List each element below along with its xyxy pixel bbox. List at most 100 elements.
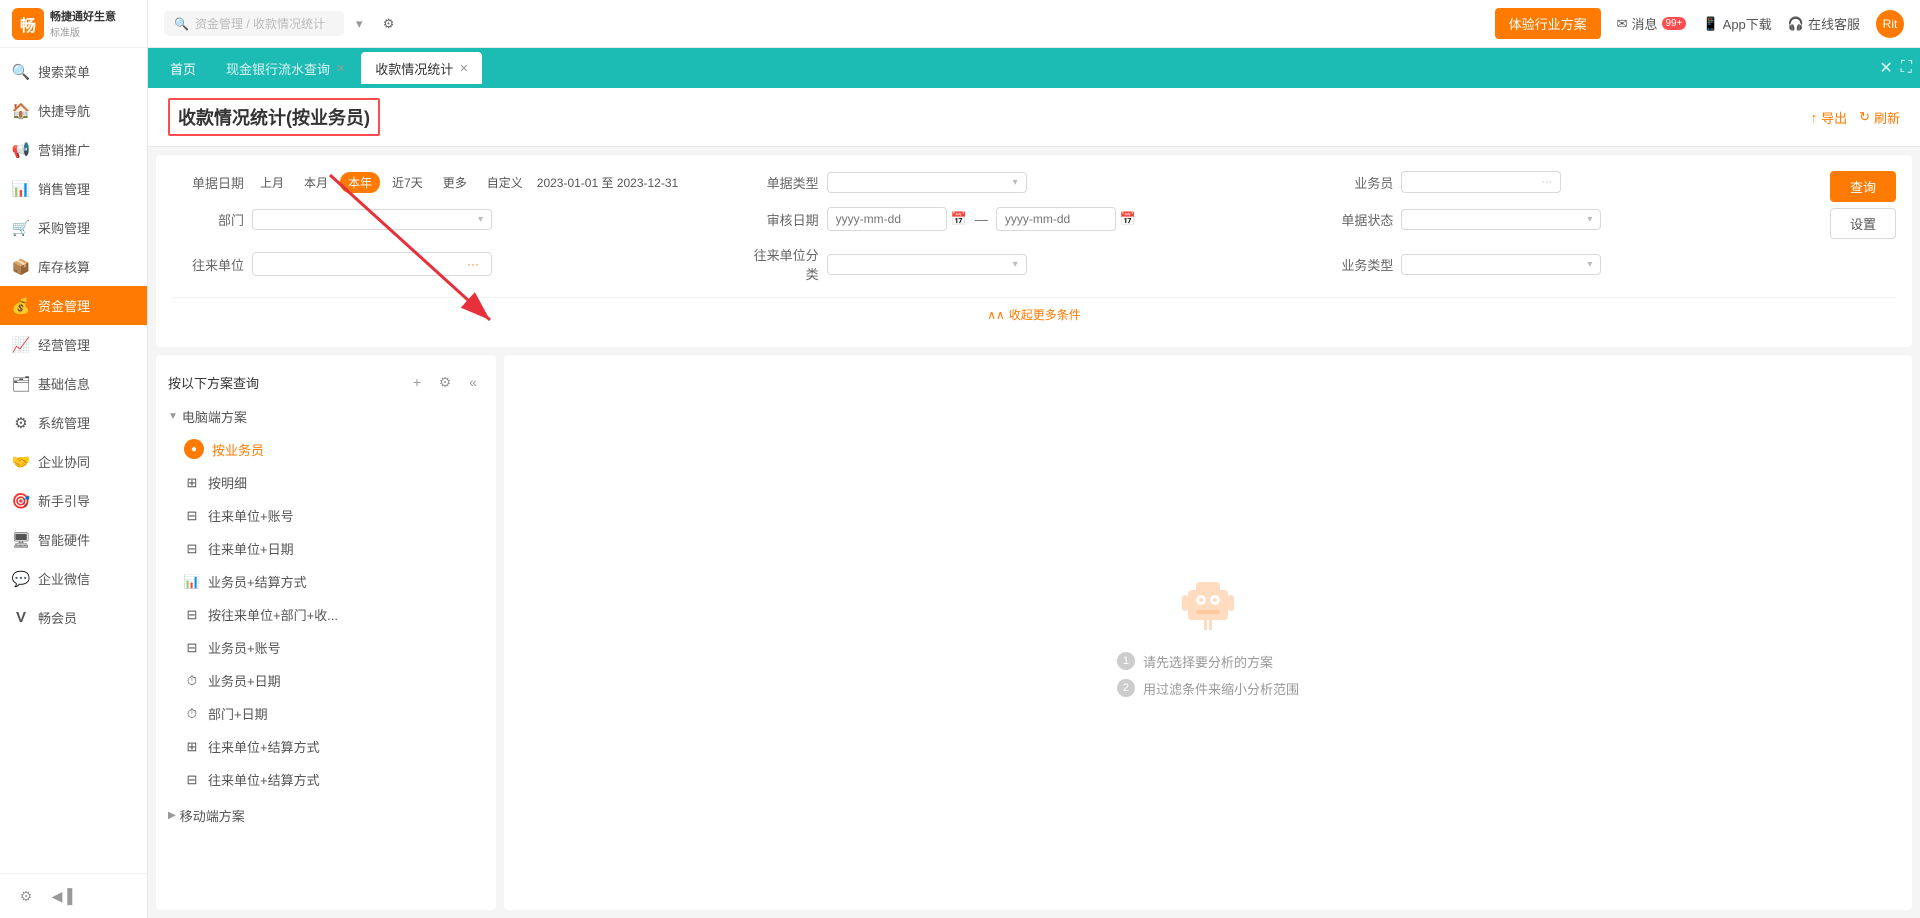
sidebar-item-operation[interactable]: 📈 经营管理 [0,325,147,364]
footer-settings-btn[interactable]: ⚙ [12,882,40,910]
date-label: 单据日期 [172,173,252,192]
date-tab-last-month[interactable]: 上月 [252,172,292,193]
tab-maximize-btn[interactable]: ⛶ [1901,59,1912,77]
sidebar-item-hardware[interactable]: 🖥 智能硬件 [0,520,147,559]
tab-close-all-btn[interactable]: ✕ [1879,58,1892,78]
scheme-item-partner-settle[interactable]: ⊞ 往来单位+结算方式 [156,730,496,763]
scheme-item-partner-settle2[interactable]: ⊟ 往来单位+结算方式 [156,763,496,796]
partner-settle2-icon: ⊟ [184,772,200,788]
salesman-select[interactable]: ··· [1401,171,1561,193]
export-btn[interactable]: ↑ 导出 [1811,108,1848,127]
partner-more-btn[interactable]: ··· [463,257,483,271]
export-label: 导出 [1821,108,1847,127]
mobile-group-header[interactable]: ▶ 移动端方案 [156,800,496,831]
page-header: 收款情况统计(按业务员) ↑ 导出 ↻ 刷新 [148,88,1920,147]
sidebar-item-sales[interactable]: 📊 销售管理 [0,169,147,208]
sidebar-item-basic[interactable]: 🗂 基础信息 [0,364,147,403]
date-tab-this-year[interactable]: 本年 [340,172,380,193]
topbar-settings-btn[interactable]: ⚙ [375,10,403,38]
topbar-dropdown[interactable]: ▾ [356,16,363,32]
date-tab-custom[interactable]: 自定义 [479,172,531,193]
scheme-item-salesman-date[interactable]: ⏱ 业务员+日期 [156,664,496,697]
salesman-label: 业务员 [1321,173,1401,192]
finance-icon: 💰 [12,297,30,315]
doc-status-chevron: ▾ [1587,214,1592,225]
scheme-item-partner-account[interactable]: ⊟ 往来单位+账号 [156,499,496,532]
scheme-add-btn[interactable]: + [406,371,428,393]
sidebar-item-wechat[interactable]: 💬 企业微信 [0,559,147,598]
scheme-item-partner-dept-label: 按往来单位+部门+收... [208,605,338,624]
sidebar-label-sales: 销售管理 [38,179,90,198]
dept-label: 部门 [172,210,252,229]
online-service-btn[interactable]: 🎧 在线客服 [1788,14,1860,33]
empty-state: 1 请先选择要分析的方案 2 用过滤条件来缩小分析范围 [1117,560,1299,706]
user-area[interactable]: Rit [1876,10,1904,38]
refresh-btn[interactable]: ↻ 刷新 [1859,108,1900,127]
scheme-item-salesman-account[interactable]: ⊟ 业务员+账号 [156,631,496,664]
date-tab-7days[interactable]: 近7天 [384,172,431,193]
scheme-item-dept-date[interactable]: ⏱ 部门+日期 [156,697,496,730]
sidebar-item-guide[interactable]: 🎯 新手引导 [0,481,147,520]
main-area: 🔍 资金管理 / 收款情况统计 ▾ ⚙ 体验行业方案 ✉ 消息 99+ 📱 Ap… [148,0,1920,918]
sidebar-item-member[interactable]: V 畅会员 [0,598,147,637]
hardware-icon: 🖥 [12,531,30,549]
salesman-date-icon: ⏱ [184,673,200,689]
scheme-item-salesman[interactable]: ● 按业务员 [156,432,496,466]
scheme-item-partner-date[interactable]: ⊟ 往来单位+日期 [156,532,496,565]
inventory-icon: 📦 [12,258,30,276]
sidebar-item-marketing[interactable]: 📢 营销推广 [0,130,147,169]
topbar-search[interactable]: 🔍 资金管理 / 收款情况统计 [164,11,344,36]
partner-type-select[interactable]: ▾ [827,254,1027,275]
tab-home[interactable]: 首页 [156,52,210,84]
desktop-group-label: 电脑端方案 [182,407,247,426]
sidebar-item-search[interactable]: 🔍 搜索菜单 [0,52,147,91]
sidebar-label-member: 畅会员 [38,608,77,627]
sidebar-item-shortcut[interactable]: 🏠 快捷导航 [0,91,147,130]
trial-btn[interactable]: 体验行业方案 [1495,8,1601,39]
dept-chevron: ▾ [478,214,483,225]
sidebar-item-system[interactable]: ⚙ 系统管理 [0,403,147,442]
filter-panel: 单据日期 上月 本月 本年 近7天 更多 自定义 2023-01-01 至 20… [156,155,1912,347]
data-panel: 1 请先选择要分析的方案 2 用过滤条件来缩小分析范围 [504,355,1912,910]
partner-select[interactable]: ··· [252,252,492,276]
date-tab-this-month[interactable]: 本月 [296,172,336,193]
scheme-item-partner-date-label: 往来单位+日期 [208,539,294,558]
biz-type-select[interactable]: ▾ [1401,254,1601,275]
review-date-from[interactable] [827,207,947,231]
sidebar-item-enterprise[interactable]: 🤝 企业协同 [0,442,147,481]
dept-select[interactable]: ▾ [252,209,492,230]
scheme-item-salesman-settle[interactable]: 📊 业务员+结算方式 [156,565,496,598]
review-date-to[interactable] [996,207,1116,231]
tab-bank-close[interactable]: ✕ [336,62,345,75]
scheme-item-partner-settle2-label: 往来单位+结算方式 [208,770,320,789]
date-dash: — [971,212,992,227]
desktop-group-header[interactable]: ▼ 电脑端方案 [156,401,496,432]
salesman-active-indicator: ● [184,439,204,459]
scheme-collapse-btn[interactable]: « [462,371,484,393]
scheme-item-partner-dept[interactable]: ⊟ 按往来单位+部门+收... [156,598,496,631]
logo-area: 畅 畅捷通好生意 标准版 [0,0,147,48]
sidebar-item-inventory[interactable]: 📦 库存核算 [0,247,147,286]
footer-collapse-btn[interactable]: ◀▐ [48,882,76,910]
doc-status-select[interactable]: ▾ [1401,209,1601,230]
query-btn[interactable]: 查询 [1830,171,1896,202]
tab-receipt-close[interactable]: ✕ [459,62,468,75]
sidebar-label-marketing: 营销推广 [38,140,90,159]
app-download-btn[interactable]: 📱 App下载 [1702,14,1771,33]
scheme-settings-btn[interactable]: ⚙ [434,371,456,393]
doc-type-select[interactable]: ▾ [827,172,1027,193]
message-btn[interactable]: ✉ 消息 99+ [1617,14,1687,33]
scheme-item-detail[interactable]: ⊞ 按明细 [156,466,496,499]
doc-status-label: 单据状态 [1321,210,1401,229]
export-icon: ↑ [1811,110,1818,125]
search-icon: 🔍 [12,63,30,81]
date-tab-more[interactable]: 更多 [435,172,475,193]
filter-settings-btn[interactable]: 设置 [1830,208,1896,239]
doc-type-chevron: ▾ [1013,177,1018,188]
tab-bank[interactable]: 现金银行流水查询 ✕ [212,52,359,84]
tab-receipt[interactable]: 收款情况统计 ✕ [361,52,482,84]
collapse-btn[interactable]: ∧∧ 收起更多条件 [172,297,1896,331]
chevron-down-icon: ▾ [356,16,363,32]
sidebar-item-purchase[interactable]: 🛒 采购管理 [0,208,147,247]
sidebar-item-finance[interactable]: 💰 资金管理 [0,286,147,325]
